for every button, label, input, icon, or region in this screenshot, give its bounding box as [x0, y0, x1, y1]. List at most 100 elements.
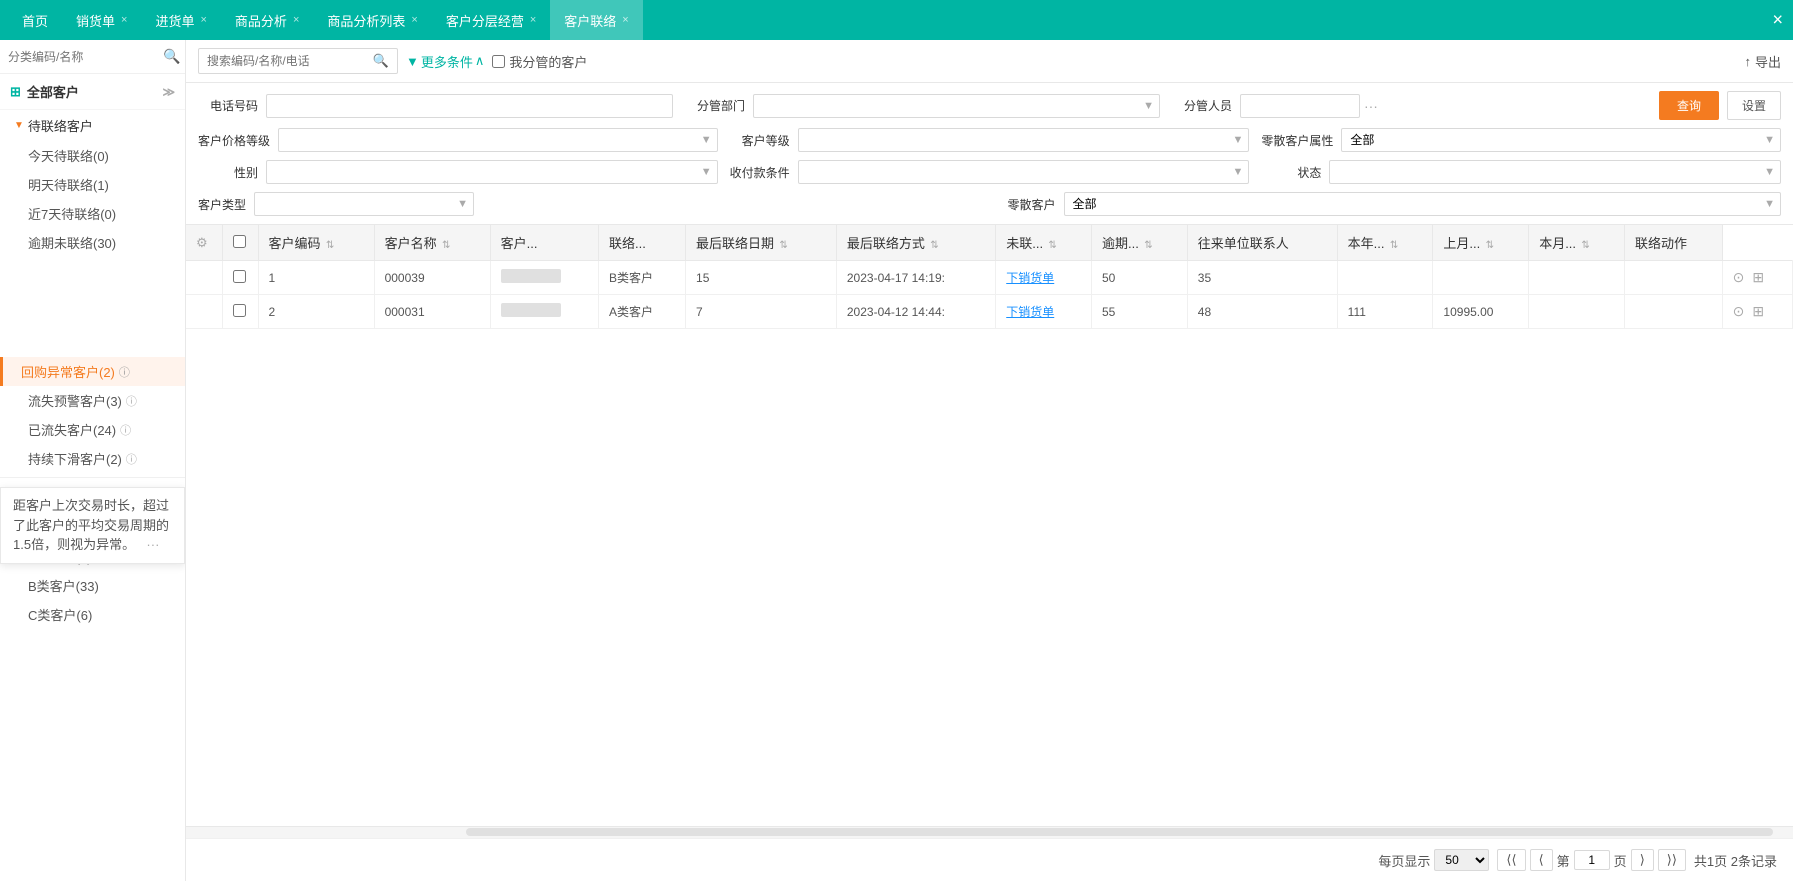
row-last-date-cell: 2023-04-12 14:44:	[836, 295, 995, 329]
link-icon[interactable]: ⊙	[1733, 269, 1745, 286]
extended-filter: 电话号码 分管部门 ▼ 分管人员 ··· 查询 设置	[186, 83, 1793, 225]
sidebar-item-churned[interactable]: 已流失客户(24) ⓘ	[0, 415, 185, 444]
last-page-button[interactable]: ⟩⟩	[1658, 849, 1686, 871]
col-gear: ⚙	[186, 225, 222, 261]
sidebar-item-declining[interactable]: 持续下滑客户(2) ⓘ	[0, 444, 185, 473]
nav-item-home[interactable]: 首页	[8, 0, 62, 40]
phone-input[interactable]	[266, 94, 673, 118]
sort-icon: ⇅	[930, 240, 938, 251]
gender-field: 性别 ▼	[198, 160, 718, 184]
horizontal-scrollbar[interactable]	[186, 826, 1793, 838]
sidebar-search-icon[interactable]: 🔍	[163, 48, 180, 65]
price-level-select[interactable]	[278, 128, 718, 152]
gear-icon[interactable]: ⚙	[196, 235, 208, 250]
status-field: 状态 ▼	[1261, 160, 1781, 184]
sidebar-item-today[interactable]: 今天待联络(0)	[0, 141, 185, 170]
info-icon[interactable]: ⓘ	[126, 451, 137, 467]
content-area: 🔍 ▼ 更多条件 ∧ 我分管的客户 ↑ 导出 电话号码	[186, 40, 1793, 881]
sidebar-item-b-class[interactable]: B类客户(33)	[0, 571, 185, 600]
nav-item-sales[interactable]: 销货单 ×	[62, 0, 141, 40]
retail-attribute-select[interactable]: 全部	[1341, 128, 1781, 152]
search-icon[interactable]: 🔍	[373, 53, 389, 69]
col-customer-name: 客户名称 ⇅	[374, 225, 490, 261]
sidebar-item-repurchase-anomaly[interactable]: 回购异常客户(2) ⓘ	[0, 357, 185, 386]
nav-item-customer-contact[interactable]: 客户联络 ×	[550, 0, 642, 40]
row-gear-cell	[186, 261, 222, 295]
col-this-month: 本月... ⇅	[1529, 225, 1625, 261]
sort-icon: ⇅	[1390, 240, 1398, 251]
close-icon[interactable]: ×	[200, 14, 206, 26]
info-icon[interactable]: ⓘ	[119, 364, 130, 380]
link-icon[interactable]: ⊙	[1733, 303, 1745, 320]
col-last-contact-date: 最后联络日期 ⇅	[686, 225, 837, 261]
close-icon[interactable]: ×	[293, 14, 299, 26]
page-size-control: 每页显示 50 20 100	[1378, 849, 1489, 871]
close-icon[interactable]: ×	[530, 14, 536, 26]
col-contact-person: 往来单位联系人	[1187, 225, 1337, 261]
row-num-cell: 1	[258, 261, 374, 295]
dept-select[interactable]	[753, 94, 1160, 118]
page-size-select[interactable]: 50 20 100	[1434, 849, 1489, 871]
nav-item-customer-tier[interactable]: 客户分层经营 ×	[432, 0, 550, 40]
window-close-icon[interactable]: ×	[1772, 10, 1783, 31]
col-last-contact-method: 最后联络方式 ⇅	[836, 225, 995, 261]
sidebar-search-input[interactable]	[8, 50, 163, 64]
more-action-icon[interactable]: ⊞	[1752, 303, 1764, 320]
nav-item-product-list[interactable]: 商品分析列表 ×	[313, 0, 431, 40]
payment-field: 收付款条件 ▼	[730, 160, 1250, 184]
person-more-icon[interactable]: ···	[1364, 98, 1378, 114]
col-not-contacted: 未联... ⇅	[996, 225, 1092, 261]
more-action-icon[interactable]: ⊞	[1752, 269, 1764, 286]
search-input[interactable]	[207, 54, 369, 68]
chevron-up-icon: ∧	[475, 53, 485, 69]
my-customers-checkbox[interactable]	[492, 55, 505, 68]
export-button[interactable]: ↑ 导出	[1744, 52, 1781, 71]
prev-page-button[interactable]: ⟨	[1530, 849, 1553, 871]
row-num-cell: 2	[258, 295, 374, 329]
select-all-checkbox[interactable]	[233, 235, 246, 248]
status-select[interactable]	[1329, 160, 1781, 184]
pending-contact-group[interactable]: ▼ 待联络客户	[0, 110, 185, 141]
page-navigation: ⟨⟨ ⟨ 第 页 ⟩ ⟩⟩	[1497, 849, 1686, 871]
row-contact-cell: 7	[686, 295, 837, 329]
info-icon[interactable]: ⓘ	[126, 393, 137, 409]
col-contact: 联络...	[599, 225, 686, 261]
sort-icon: ⇅	[1048, 240, 1056, 251]
gender-select[interactable]	[266, 160, 718, 184]
customer-type-select-wrap: ▼	[254, 192, 474, 216]
sidebar-item-overdue[interactable]: 逾期未联络(30)	[0, 228, 185, 257]
sidebar-item-churn-warning[interactable]: 流失预警客户(3) ⓘ	[0, 386, 185, 415]
sidebar-item-tomorrow[interactable]: 明天待联络(1)	[0, 170, 185, 199]
close-icon[interactable]: ×	[622, 14, 628, 26]
col-last-month: 上月... ⇅	[1433, 225, 1529, 261]
page-number-input[interactable]	[1574, 850, 1610, 870]
person-input[interactable]	[1240, 94, 1360, 118]
row-name-cell	[490, 261, 598, 295]
first-page-button[interactable]: ⟨⟨	[1497, 849, 1525, 871]
gender-select-wrap: ▼	[266, 160, 718, 184]
status-select-wrap: ▼	[1329, 160, 1781, 184]
customer-level-select[interactable]	[798, 128, 1250, 152]
retail-customer-select[interactable]: 全部	[1064, 192, 1782, 216]
row-checkbox[interactable]	[233, 270, 246, 283]
payment-select[interactable]	[798, 160, 1250, 184]
info-icon[interactable]: ⓘ	[120, 422, 131, 438]
query-button[interactable]: 查询	[1659, 91, 1719, 120]
all-customers-title[interactable]: ⊞ 全部客户 ≫	[0, 74, 185, 110]
row-this-year-cell	[1433, 261, 1529, 295]
nav-item-product-analysis[interactable]: 商品分析 ×	[221, 0, 313, 40]
close-icon[interactable]: ×	[411, 14, 417, 26]
customer-type-select[interactable]	[254, 192, 474, 216]
next-page-button[interactable]: ⟩	[1631, 849, 1654, 871]
sidebar-item-7days[interactable]: 近7天待联络(0)	[0, 199, 185, 228]
scrollbar-track[interactable]	[466, 828, 1773, 836]
collapse-icon[interactable]: ≫	[162, 85, 175, 99]
col-action: 联络动作	[1624, 225, 1722, 261]
close-icon[interactable]: ×	[121, 14, 127, 26]
more-conditions-btn[interactable]: ▼ 更多条件 ∧	[406, 52, 484, 71]
row-checkbox[interactable]	[233, 304, 246, 317]
settings-button[interactable]: 设置	[1727, 91, 1781, 120]
sidebar-item-c-class[interactable]: C类客户(6)	[0, 600, 185, 629]
phone-field: 电话号码	[198, 94, 673, 118]
nav-item-purchase[interactable]: 进货单 ×	[141, 0, 220, 40]
